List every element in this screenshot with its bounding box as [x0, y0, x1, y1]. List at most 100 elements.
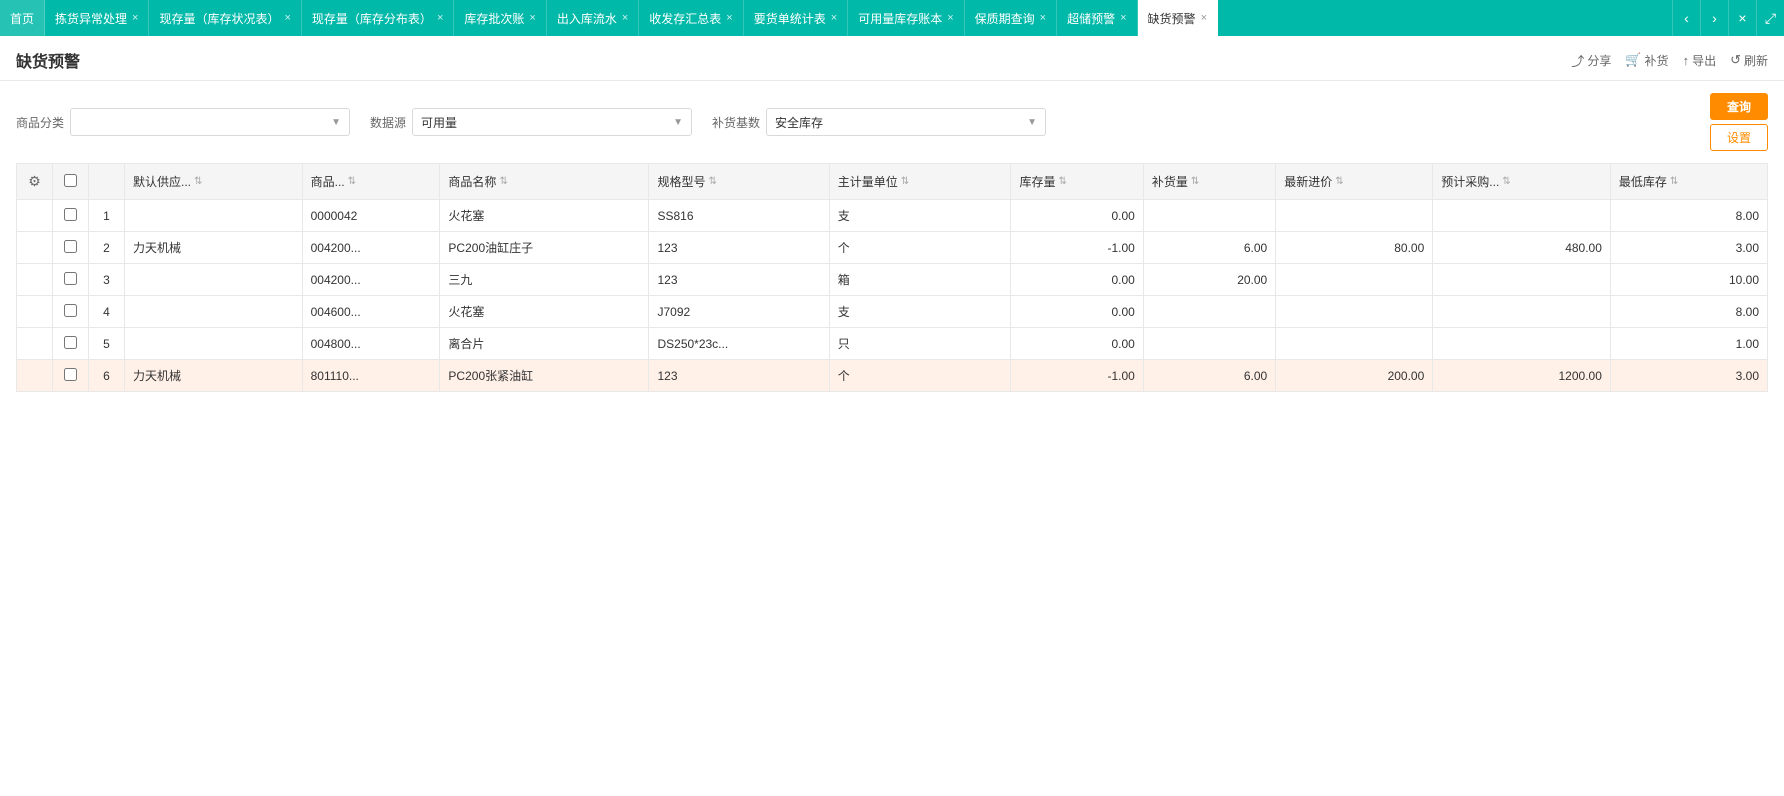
table-row: 2 力天机械 004200... PC200油缸庄子 123 个 -1.00 6…: [17, 232, 1768, 264]
row-min-stock-5: 3.00: [1610, 360, 1767, 392]
col-header-est-purchase: 预计采购... ⇅: [1433, 164, 1611, 200]
tab-close-all-button[interactable]: ×: [1728, 0, 1756, 36]
tab-abnormal[interactable]: 拣货异常处理 ×: [45, 0, 149, 36]
col-replenish-sort[interactable]: ⇅: [1191, 176, 1199, 187]
close-tab-order-stats[interactable]: ×: [831, 12, 837, 24]
tab-prev-button[interactable]: ‹: [1672, 0, 1700, 36]
row-unit-5: 个: [829, 360, 1011, 392]
datasource-filter-group: 数据源 可用量 ▼: [370, 108, 692, 136]
gear-icon[interactable]: ⚙: [28, 173, 41, 189]
row-supplier-5: 力天机械: [125, 360, 303, 392]
row-replenish-2: 20.00: [1143, 264, 1275, 296]
col-min-stock-sort[interactable]: ⇅: [1670, 176, 1678, 187]
close-tab-abnormal[interactable]: ×: [132, 12, 138, 24]
row-min-stock-0: 8.00: [1610, 200, 1767, 232]
col-code-sort[interactable]: ⇅: [348, 176, 356, 187]
row-unit-1: 个: [829, 232, 1011, 264]
row-replenish-0: [1143, 200, 1275, 232]
col-header-code: 商品... ⇅: [302, 164, 440, 200]
col-header-name: 商品名称 ⇅: [440, 164, 649, 200]
tab-order-stats[interactable]: 要货单统计表 ×: [744, 0, 848, 36]
row-replenish-3: [1143, 296, 1275, 328]
select-all-checkbox[interactable]: [64, 174, 77, 187]
col-header-latest-price: 最新进价 ⇅: [1276, 164, 1433, 200]
row-num-3: 4: [89, 296, 125, 328]
close-tab-available-ledger[interactable]: ×: [947, 12, 953, 24]
close-tab-batch-account[interactable]: ×: [529, 12, 535, 24]
table-row: 3 004200... 三九 123 箱 0.00 20.00 10.00: [17, 264, 1768, 296]
datasource-select[interactable]: 可用量 ▼: [412, 108, 692, 136]
row-stock-1: -1.00: [1011, 232, 1143, 264]
row-stock-4: 0.00: [1011, 328, 1143, 360]
row-unit-4: 只: [829, 328, 1011, 360]
close-tab-inout-flow[interactable]: ×: [622, 12, 628, 24]
replenish-base-arrow: ▼: [1027, 117, 1037, 128]
row-stock-0: 0.00: [1011, 200, 1143, 232]
tab-shortage[interactable]: 缺货预警 ×: [1138, 0, 1218, 36]
tab-batch-account[interactable]: 库存批次账 ×: [454, 0, 546, 36]
col-header-min-stock: 最低库存 ⇅: [1610, 164, 1767, 200]
row-spec-0: SS816: [649, 200, 829, 232]
row-replenish-4: [1143, 328, 1275, 360]
row-checkbox-4[interactable]: [64, 336, 77, 349]
category-select[interactable]: ▼: [70, 108, 350, 136]
col-name-sort[interactable]: ⇅: [499, 176, 507, 187]
close-tab-overstock[interactable]: ×: [1120, 12, 1126, 24]
export-action[interactable]: ↑ 导出: [1683, 52, 1717, 69]
row-checkbox-3[interactable]: [64, 304, 77, 317]
row-check-4: [53, 328, 89, 360]
tab-expiry-query[interactable]: 保质期查询 ×: [965, 0, 1057, 36]
replenish-base-select[interactable]: 安全库存 ▼: [766, 108, 1046, 136]
col-latest-price-sort[interactable]: ⇅: [1335, 176, 1343, 187]
header-actions: ⤴ 分享 🛒 补货 ↑ 导出 ↺ 刷新: [1571, 51, 1768, 70]
row-checkbox-5[interactable]: [64, 368, 77, 381]
close-tab-inventory-dist[interactable]: ×: [437, 12, 443, 24]
close-tab-inventory-status[interactable]: ×: [284, 12, 290, 24]
replenish-base-filter-group: 补货基数 安全库存 ▼: [712, 108, 1046, 136]
tab-inventory-dist[interactable]: 现存量（库存分布表） ×: [302, 0, 454, 36]
settings-button[interactable]: 设置: [1710, 124, 1768, 151]
row-name-5: PC200张紧油缸: [440, 360, 649, 392]
replenish-action[interactable]: 🛒 补货: [1625, 52, 1668, 69]
datasource-arrow: ▼: [673, 117, 683, 128]
close-tab-receipt-summary[interactable]: ×: [726, 12, 732, 24]
close-tab-shortage[interactable]: ×: [1201, 12, 1207, 24]
row-checkbox-1[interactable]: [64, 240, 77, 253]
row-code-1: 004200...: [302, 232, 440, 264]
refresh-action[interactable]: ↺ 刷新: [1730, 52, 1768, 69]
tab-bar: 首页 拣货异常处理 × 现存量（库存状况表） × 现存量（库存分布表） × 库存…: [0, 0, 1784, 36]
replenish-icon: 🛒: [1625, 52, 1641, 68]
row-est-purchase-2: [1433, 264, 1611, 296]
tab-overstock[interactable]: 超储预警 ×: [1057, 0, 1137, 36]
row-num-4: 5: [89, 328, 125, 360]
row-checkbox-0[interactable]: [64, 208, 77, 221]
col-unit-sort[interactable]: ⇅: [901, 176, 909, 187]
tab-inventory-status[interactable]: 现存量（库存状况表） ×: [149, 0, 301, 36]
row-settings-4: [17, 328, 53, 360]
col-stock-sort[interactable]: ⇅: [1059, 176, 1067, 187]
row-min-stock-2: 10.00: [1610, 264, 1767, 296]
tab-receipt-summary[interactable]: 收发存汇总表 ×: [639, 0, 743, 36]
col-min-stock-label: 最低库存: [1619, 173, 1667, 190]
row-est-purchase-0: [1433, 200, 1611, 232]
category-label: 商品分类: [16, 114, 64, 131]
tab-next-button[interactable]: ›: [1700, 0, 1728, 36]
tab-home[interactable]: 首页: [0, 0, 45, 36]
page-header: 缺货预警 ⤴ 分享 🛒 补货 ↑ 导出 ↺ 刷新: [0, 36, 1784, 81]
row-stock-2: 0.00: [1011, 264, 1143, 296]
share-action[interactable]: ⤴ 分享: [1571, 51, 1611, 70]
row-check-0: [53, 200, 89, 232]
tab-inout-flow[interactable]: 出入库流水 ×: [547, 0, 639, 36]
tab-fullscreen-button[interactable]: ⤢: [1756, 0, 1784, 36]
row-check-5: [53, 360, 89, 392]
query-button[interactable]: 查询: [1710, 93, 1768, 120]
row-num-2: 3: [89, 264, 125, 296]
replenish-base-value: 安全库存: [775, 114, 823, 131]
col-est-purchase-sort[interactable]: ⇅: [1502, 176, 1510, 187]
row-settings-0: [17, 200, 53, 232]
close-tab-expiry-query[interactable]: ×: [1040, 12, 1046, 24]
tab-available-ledger[interactable]: 可用量库存账本 ×: [848, 0, 964, 36]
col-spec-sort[interactable]: ⇅: [708, 176, 716, 187]
row-checkbox-2[interactable]: [64, 272, 77, 285]
col-supplier-sort[interactable]: ⇅: [194, 176, 202, 187]
